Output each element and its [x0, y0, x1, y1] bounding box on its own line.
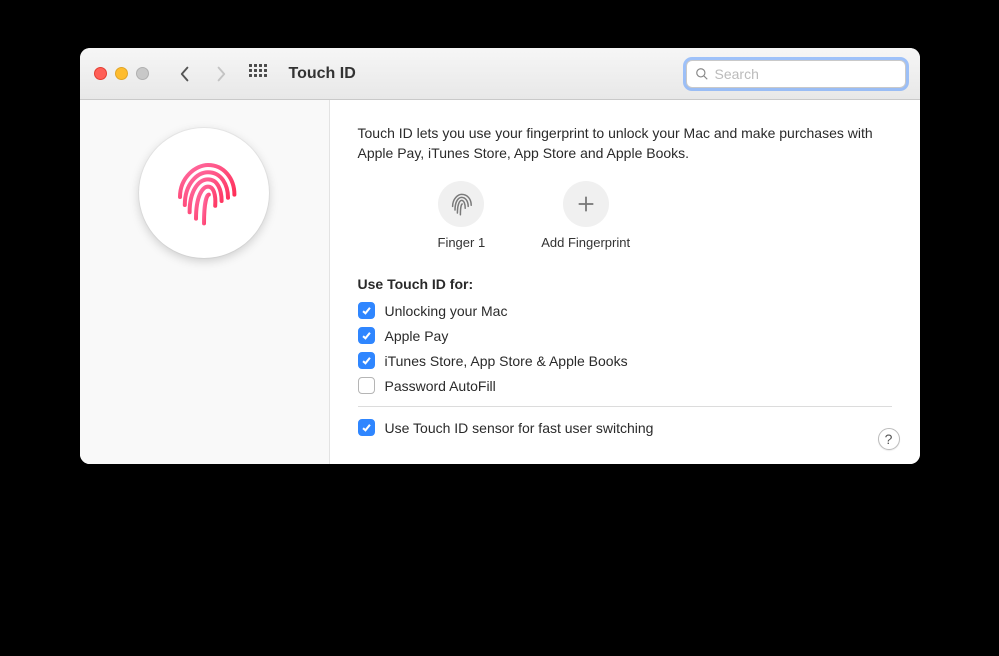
option-apple-pay[interactable]: Apple Pay — [358, 327, 892, 344]
search-icon — [695, 67, 709, 81]
zoom-window-button[interactable] — [136, 67, 149, 80]
fingerprint-item[interactable]: Finger 1 — [438, 181, 486, 250]
option-stores[interactable]: iTunes Store, App Store & Apple Books — [358, 352, 892, 369]
help-button[interactable]: ? — [878, 428, 900, 450]
option-label: iTunes Store, App Store & Apple Books — [385, 353, 628, 369]
option-label: Apple Pay — [385, 328, 449, 344]
checkbox[interactable] — [358, 419, 375, 436]
forward-button[interactable] — [207, 61, 235, 87]
option-unlock-mac[interactable]: Unlocking your Mac — [358, 302, 892, 319]
content-body: Touch ID lets you use your fingerprint t… — [80, 100, 920, 464]
fingerprint-icon — [438, 181, 484, 227]
back-button[interactable] — [171, 61, 199, 87]
close-window-button[interactable] — [94, 67, 107, 80]
plus-icon — [563, 181, 609, 227]
use-touch-id-heading: Use Touch ID for: — [358, 276, 892, 292]
window-title: Touch ID — [289, 65, 356, 83]
minimize-window-button[interactable] — [115, 67, 128, 80]
option-label: Password AutoFill — [385, 378, 496, 394]
titlebar: Touch ID — [80, 48, 920, 100]
show-all-icon[interactable] — [249, 64, 269, 84]
checkbox[interactable] — [358, 327, 375, 344]
add-fingerprint-label: Add Fingerprint — [541, 235, 630, 250]
checkbox[interactable] — [358, 302, 375, 319]
search-field-container[interactable] — [686, 60, 906, 88]
option-autofill[interactable]: Password AutoFill — [358, 377, 892, 394]
option-label: Unlocking your Mac — [385, 303, 508, 319]
fingerprint-list: Finger 1 Add Fingerprint — [438, 181, 892, 250]
touch-id-pane-icon — [139, 128, 269, 258]
fingerprint-label: Finger 1 — [438, 235, 486, 250]
preferences-window: Touch ID — [80, 48, 920, 464]
search-input[interactable] — [715, 66, 897, 82]
intro-text: Touch ID lets you use your fingerprint t… — [358, 124, 892, 163]
divider — [358, 406, 892, 407]
main-content: Touch ID lets you use your fingerprint t… — [330, 100, 920, 464]
checkbox[interactable] — [358, 377, 375, 394]
window-controls — [94, 67, 149, 80]
sidebar — [80, 100, 330, 464]
add-fingerprint-button[interactable]: Add Fingerprint — [541, 181, 630, 250]
fingerprint-icon — [164, 153, 244, 233]
option-label: Use Touch ID sensor for fast user switch… — [385, 420, 654, 436]
option-fast-user-switching[interactable]: Use Touch ID sensor for fast user switch… — [358, 419, 892, 436]
checkbox[interactable] — [358, 352, 375, 369]
